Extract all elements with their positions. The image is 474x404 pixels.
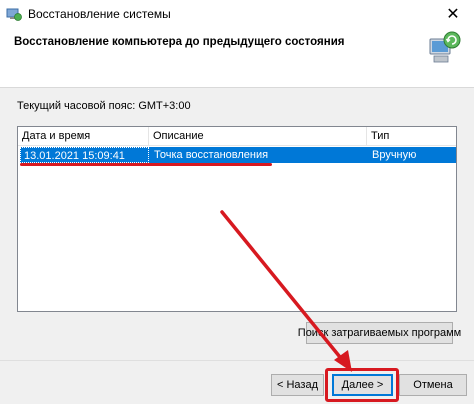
- cell-datetime: 13.01.2021 15:09:41: [20, 147, 149, 163]
- system-restore-computer-icon: [424, 30, 462, 68]
- annotation-underline: [20, 163, 272, 166]
- footer-divider: [0, 360, 474, 361]
- column-header-description[interactable]: Описание: [149, 127, 367, 146]
- cancel-button[interactable]: Отмена: [399, 374, 467, 396]
- table-row[interactable]: 13.01.2021 15:09:41 Точка восстановления…: [20, 147, 456, 163]
- sort-arrow-icon: ⌄: [78, 128, 85, 137]
- page-title: Восстановление компьютера до предыдущего…: [14, 36, 345, 48]
- list-header: ⌄ Дата и время Описание Тип: [18, 127, 456, 146]
- next-button[interactable]: Далее >: [332, 374, 393, 396]
- column-header-datetime[interactable]: ⌄ Дата и время: [18, 127, 149, 146]
- restore-points-list[interactable]: ⌄ Дата и время Описание Тип 13.01.2021 1…: [17, 126, 457, 312]
- column-header-type[interactable]: Тип: [367, 127, 456, 146]
- cell-type: Вручную: [372, 149, 417, 161]
- window-title: Восстановление системы: [28, 7, 171, 21]
- wizard-header: Восстановление компьютера до предыдущего…: [0, 28, 474, 88]
- system-restore-window: Восстановление системы ✕ Восстановление …: [0, 0, 474, 404]
- close-button[interactable]: ✕: [432, 0, 474, 28]
- back-button[interactable]: < Назад: [271, 374, 324, 396]
- title-bar: Восстановление системы ✕: [0, 0, 474, 28]
- timezone-label: Текущий часовой пояс: GMT+3:00: [17, 100, 191, 112]
- scan-affected-programs-button[interactable]: Поиск затрагиваемых программ: [298, 322, 461, 344]
- cell-description: Точка восстановления: [154, 149, 269, 161]
- system-restore-icon: [6, 6, 22, 22]
